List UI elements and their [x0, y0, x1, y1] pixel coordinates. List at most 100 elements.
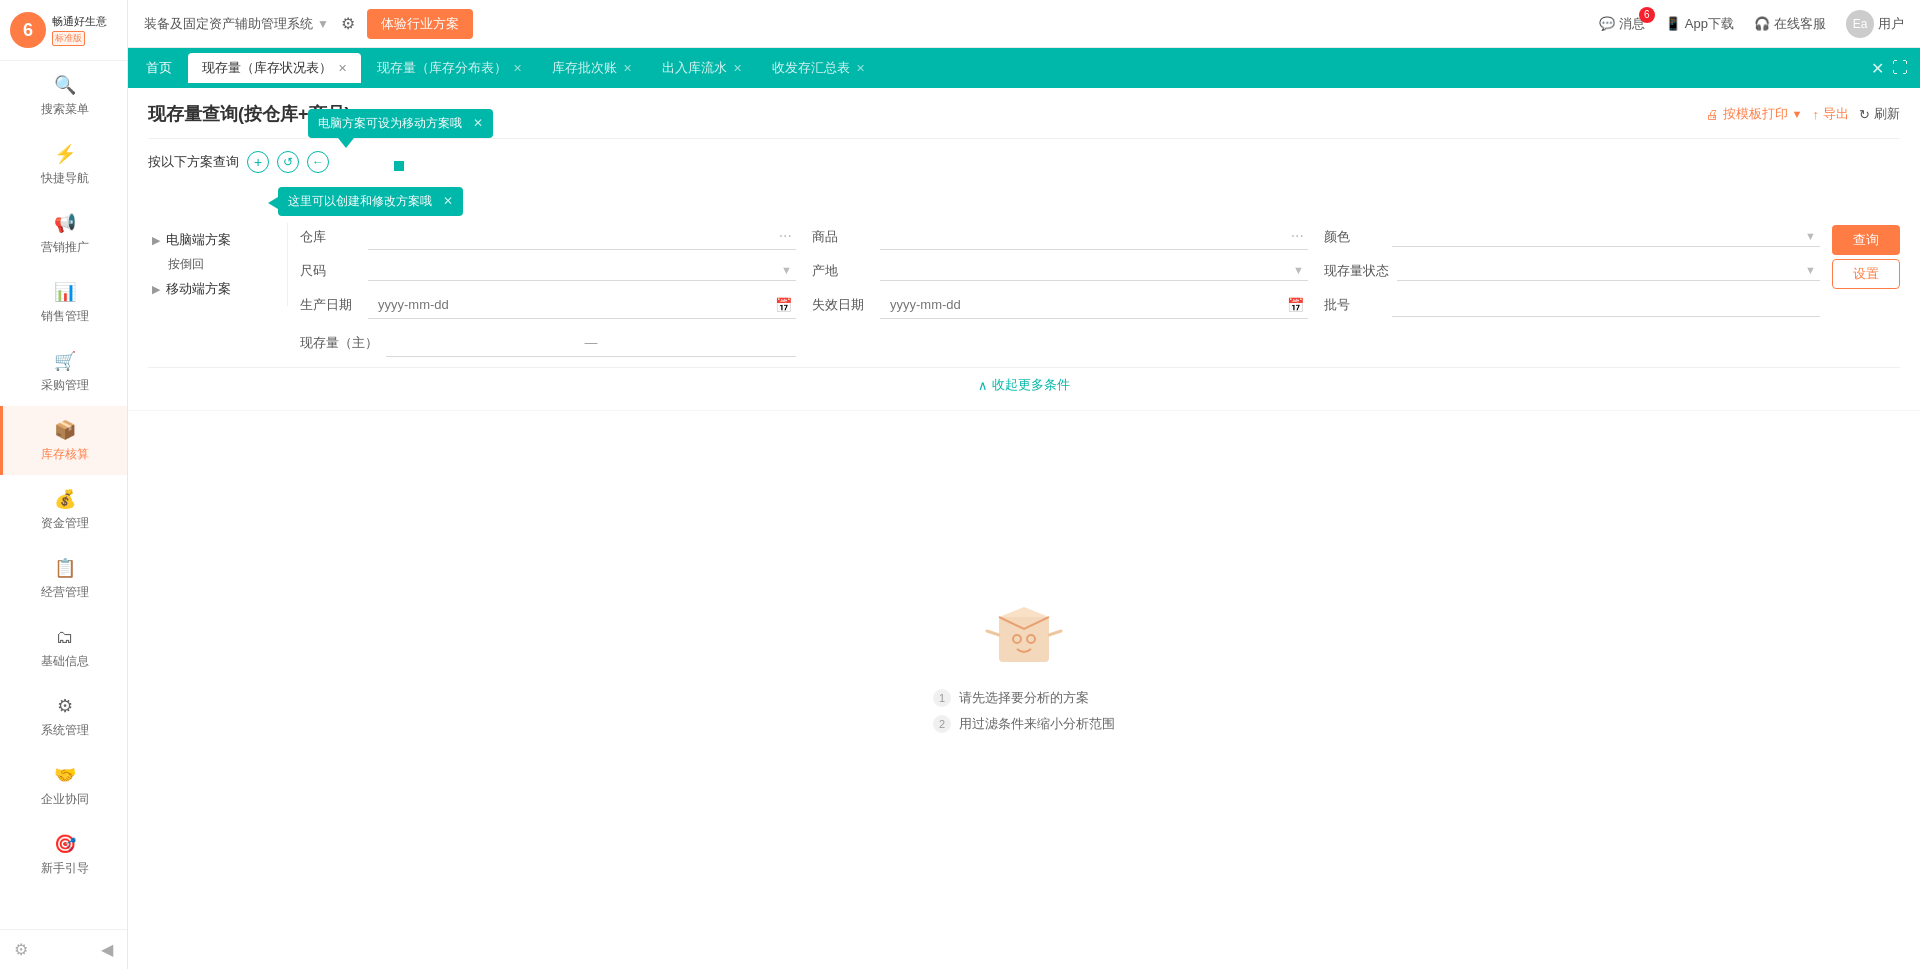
- sidebar-item-inventory[interactable]: 📦 库存核算: [0, 406, 127, 475]
- trial-button[interactable]: 体验行业方案: [367, 9, 473, 39]
- sidebar-item-system[interactable]: ⚙ 系统管理: [0, 682, 127, 751]
- sidebar-item-label: 资金管理: [41, 515, 89, 532]
- refresh-button[interactable]: ↻ 刷新: [1859, 105, 1900, 123]
- tab-close-stock-status[interactable]: ✕: [338, 62, 347, 75]
- sidebar-item-marketing[interactable]: 📢 营销推广: [0, 199, 127, 268]
- system-name-dropdown[interactable]: 装备及固定资产辅助管理系统 ▼: [144, 15, 329, 33]
- warehouse-select[interactable]: ···: [368, 223, 796, 250]
- size-chevron-icon[interactable]: ▼: [781, 264, 792, 276]
- user-item[interactable]: Ea 用户: [1846, 10, 1904, 38]
- online-support-item[interactable]: 🎧 在线客服: [1754, 15, 1826, 33]
- expire-date-label: 失效日期: [812, 296, 872, 314]
- tab-close-stock-dist[interactable]: ✕: [513, 62, 522, 75]
- sidebar-item-label: 新手引导: [41, 860, 89, 877]
- goods-label: 商品: [812, 228, 872, 246]
- tab-batch-ledger-label: 库存批次账: [552, 59, 617, 77]
- sidebar-item-sales[interactable]: 📊 销售管理: [0, 268, 127, 337]
- export-button[interactable]: ↑ 导出: [1813, 105, 1850, 123]
- filter-main: 仓库 ··· 商品: [300, 223, 1820, 367]
- sidebar-item-label: 经营管理: [41, 584, 89, 601]
- sidebar: 6 畅通好生意 标准版 🔍 搜索菜单 ⚡ 快捷导航 📢 营销推广 📊 销售管理 …: [0, 0, 128, 969]
- search-button[interactable]: 查询: [1832, 225, 1900, 255]
- empty-tip-2: 2 用过滤条件来缩小分析范围: [933, 715, 1115, 733]
- tab-receive-summary[interactable]: 收发存汇总表 ✕: [758, 53, 879, 83]
- top-header: 装备及固定资产辅助管理系统 ▼ ⚙ 体验行业方案 💬 6 消息 📱 App下载 …: [128, 0, 1920, 48]
- marketing-icon: 📢: [53, 211, 77, 235]
- origin-select[interactable]: ▼: [880, 260, 1308, 281]
- purchase-icon: 🛒: [53, 349, 77, 373]
- tab-inout-flow-label: 出入库流水: [662, 59, 727, 77]
- app-download-item[interactable]: 📱 App下载: [1665, 15, 1734, 33]
- sidebar-item-purchase[interactable]: 🛒 采购管理: [0, 337, 127, 406]
- stock-status-label: 现存量状态: [1324, 262, 1389, 280]
- filter-stock-main: 现存量（主） —: [300, 329, 796, 357]
- goods-select[interactable]: ···: [880, 223, 1308, 250]
- tooltip1-close[interactable]: ✕: [473, 116, 483, 130]
- warehouse-dots-icon[interactable]: ···: [779, 227, 792, 245]
- add-scheme-btn[interactable]: +: [247, 151, 269, 173]
- expire-date-input[interactable]: [884, 293, 1287, 316]
- produce-date-calendar-icon[interactable]: 📅: [775, 297, 792, 313]
- filter-row-3: 生产日期 📅 失效日期: [300, 291, 1820, 319]
- sidebar-item-guide[interactable]: 🎯 新手引导: [0, 820, 127, 889]
- sidebar-item-ops[interactable]: 📋 经营管理: [0, 544, 127, 613]
- size-select[interactable]: ▼: [368, 260, 796, 281]
- color-chevron-icon[interactable]: ▼: [1805, 230, 1816, 242]
- batch-no-input[interactable]: [1392, 293, 1820, 317]
- scheme-sub-item[interactable]: 按倒回: [168, 253, 279, 276]
- settings-bottom-icon[interactable]: ⚙: [14, 940, 28, 959]
- tab-close-receive-summary[interactable]: ✕: [856, 62, 865, 75]
- main-area: 装备及固定资产辅助管理系统 ▼ ⚙ 体验行业方案 💬 6 消息 📱 App下载 …: [128, 0, 1920, 969]
- stock-status-select[interactable]: ▼: [1397, 260, 1820, 281]
- settings-icon[interactable]: ⚙: [341, 14, 355, 33]
- sidebar-item-quick-nav[interactable]: ⚡ 快捷导航: [0, 130, 127, 199]
- tooltip-scheme-create: 这里可以创建和修改方案哦 ✕: [278, 187, 463, 216]
- sidebar-item-base-info[interactable]: 🗂 基础信息: [0, 613, 127, 682]
- edit-scheme-btn[interactable]: ↺: [277, 151, 299, 173]
- scheme-desktop-sub: 按倒回: [148, 253, 279, 276]
- tab-stock-dist[interactable]: 现存量（库存分布表） ✕: [363, 53, 536, 83]
- message-item[interactable]: 💬 6 消息: [1599, 15, 1645, 33]
- filter-row-1: 仓库 ··· 商品: [300, 223, 1820, 250]
- tab-fullscreen-icon[interactable]: ⛶: [1892, 59, 1908, 77]
- back-scheme-btn[interactable]: ←: [307, 151, 329, 173]
- stock-main-label: 现存量（主）: [300, 334, 378, 352]
- tab-close-inout-flow[interactable]: ✕: [733, 62, 742, 75]
- stock-main-from-input[interactable]: [390, 331, 575, 354]
- tab-close-batch-ledger[interactable]: ✕: [623, 62, 632, 75]
- dropdown-arrow-icon: ▼: [317, 17, 329, 31]
- logo-icon: 6: [10, 12, 46, 48]
- logo-area: 6 畅通好生意 标准版: [0, 0, 127, 61]
- stock-main-to-input[interactable]: [608, 331, 793, 354]
- scheme-desktop[interactable]: ▶ 电脑端方案: [148, 227, 279, 253]
- color-select[interactable]: ▼: [1392, 226, 1820, 247]
- origin-chevron-icon[interactable]: ▼: [1293, 264, 1304, 276]
- produce-date-input[interactable]: [372, 293, 775, 316]
- tab-home[interactable]: 首页: [132, 53, 186, 83]
- empty-illustration: [979, 587, 1069, 677]
- svg-line-4: [1049, 631, 1061, 635]
- header-right: 💬 6 消息 📱 App下载 🎧 在线客服 Ea 用户: [1599, 10, 1904, 38]
- tab-stock-status[interactable]: 现存量（库存状况表） ✕: [188, 53, 361, 83]
- expire-date-calendar-icon[interactable]: 📅: [1287, 297, 1304, 313]
- stock-status-chevron-icon[interactable]: ▼: [1805, 264, 1816, 276]
- sidebar-item-finance[interactable]: 💰 资金管理: [0, 475, 127, 544]
- tab-batch-ledger[interactable]: 库存批次账 ✕: [538, 53, 646, 83]
- tab-close-all-icon[interactable]: ✕: [1871, 59, 1884, 78]
- quick-nav-icon: ⚡: [53, 142, 77, 166]
- scheme-desktop-label: 电脑端方案: [166, 231, 231, 249]
- print-icon: 🖨: [1706, 107, 1719, 122]
- sidebar-item-enterprise[interactable]: 🤝 企业协同: [0, 751, 127, 820]
- tab-inout-flow[interactable]: 出入库流水 ✕: [648, 53, 756, 83]
- scheme-mobile[interactable]: ▶ 移动端方案: [148, 276, 279, 302]
- tooltip2-close[interactable]: ✕: [443, 194, 453, 208]
- reset-button[interactable]: 设置: [1832, 259, 1900, 289]
- sidebar-item-search[interactable]: 🔍 搜索菜单: [0, 61, 127, 130]
- collapse-row[interactable]: ∧ 收起更多条件: [148, 367, 1900, 402]
- print-button[interactable]: 🖨 按模板打印 ▼: [1706, 105, 1803, 123]
- goods-dots-icon[interactable]: ···: [1291, 227, 1304, 245]
- filter-produce-date: 生产日期 📅: [300, 291, 796, 319]
- filter-row-2: 尺码 ▼ 产地 ▼: [300, 260, 1820, 281]
- collapse-sidebar-icon[interactable]: ◀: [101, 940, 113, 959]
- tip-num-1: 1: [933, 689, 951, 707]
